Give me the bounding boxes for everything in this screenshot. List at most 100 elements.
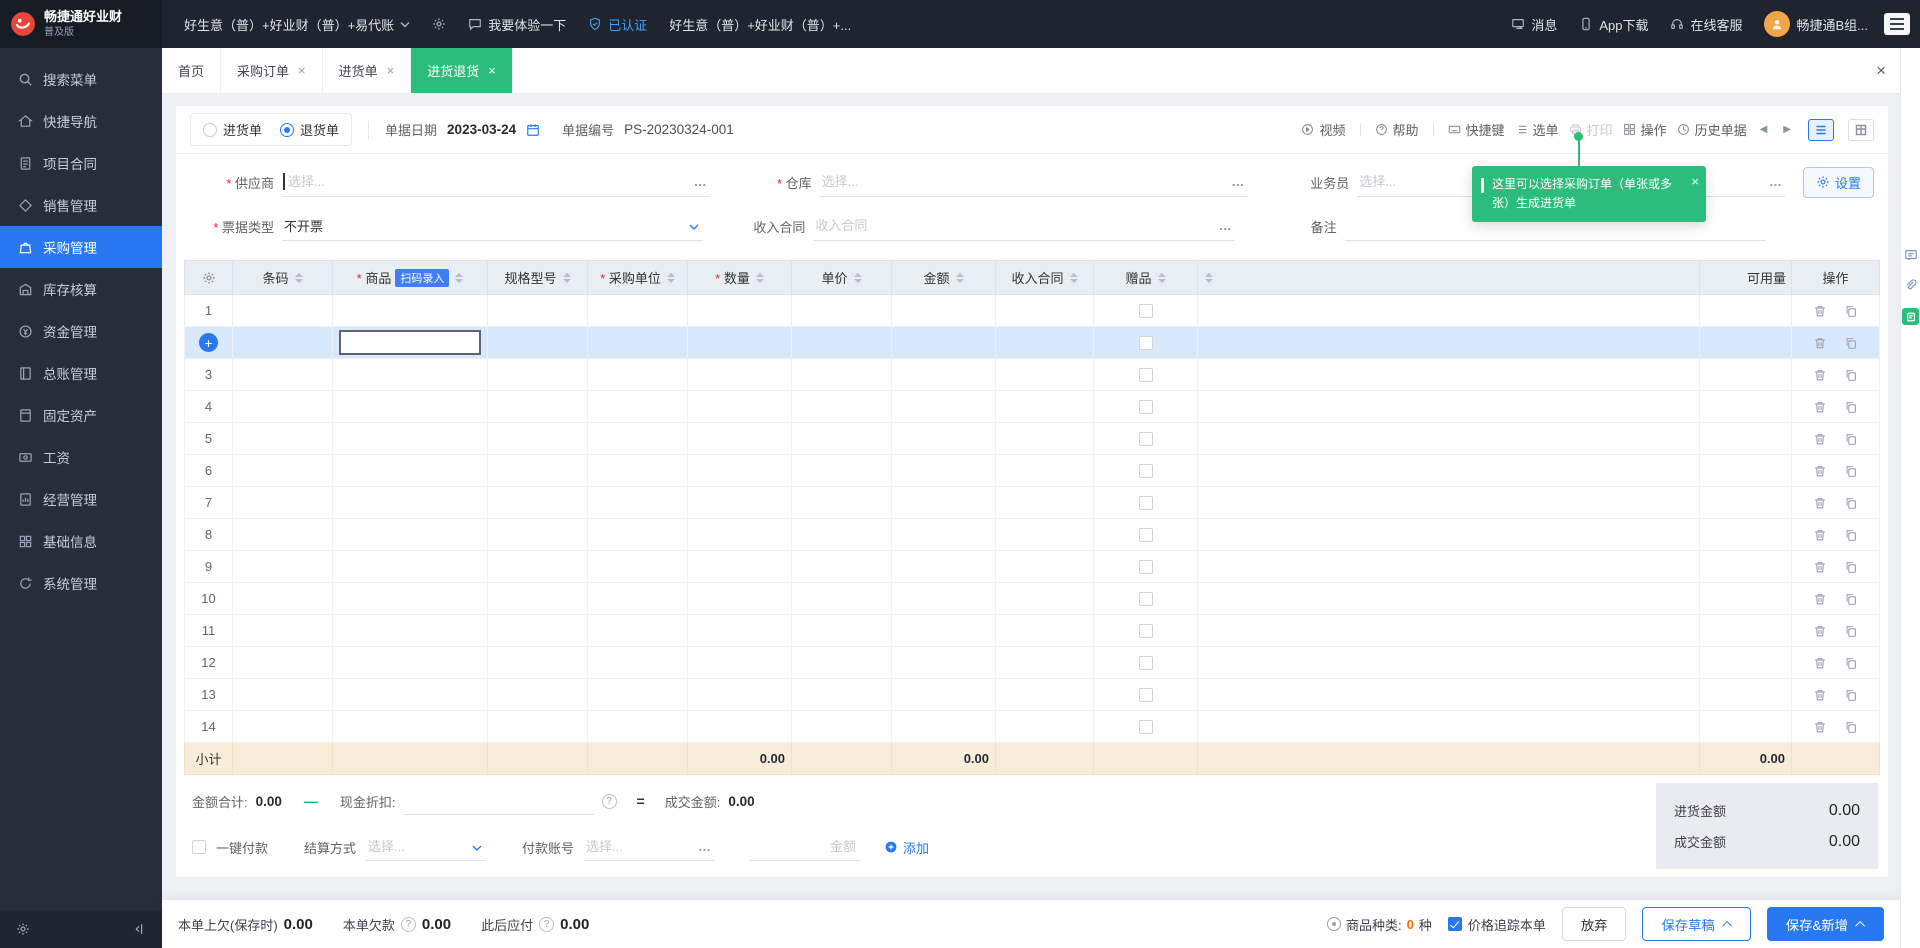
workspace-right-label[interactable]: 好生意（普）+好业财（普）+...	[669, 15, 851, 34]
close-icon[interactable]: ×	[488, 64, 496, 77]
operations-button[interactable]: 操作	[1623, 120, 1667, 139]
gift-checkbox[interactable]	[1139, 464, 1153, 478]
cell-unit[interactable]	[588, 519, 688, 551]
cell-income-contract[interactable]	[996, 455, 1094, 487]
gift-checkbox[interactable]	[1139, 432, 1153, 446]
cell-unit[interactable]	[588, 423, 688, 455]
table-row[interactable]: 9	[185, 551, 1880, 583]
feedback-chat-icon[interactable]	[1904, 248, 1918, 262]
copy-row-icon[interactable]	[1841, 461, 1861, 481]
radio-return-note[interactable]: 退货单	[280, 120, 339, 139]
cell-price[interactable]	[792, 583, 892, 615]
delete-row-icon[interactable]	[1810, 653, 1830, 673]
tooltip-close-icon[interactable]: ×	[1691, 172, 1699, 191]
delete-row-icon[interactable]	[1810, 717, 1830, 737]
cell-product[interactable]	[333, 391, 488, 423]
table-row[interactable]: 4	[185, 391, 1880, 423]
delete-row-icon[interactable]	[1810, 333, 1830, 353]
chevron-down-icon[interactable]	[472, 839, 482, 854]
copy-row-icon[interactable]	[1841, 429, 1861, 449]
income-contract-input[interactable]	[813, 218, 1234, 233]
col-income-contract[interactable]: 收入合同	[996, 261, 1094, 295]
messages-link[interactable]: 消息	[1511, 15, 1557, 34]
cell-price[interactable]	[792, 615, 892, 647]
cell-qty[interactable]	[688, 711, 792, 743]
sidebar-item-operation[interactable]: 经营管理	[0, 478, 162, 520]
supplier-input[interactable]	[282, 174, 710, 189]
cell-product[interactable]	[333, 583, 488, 615]
cell-product[interactable]	[333, 615, 488, 647]
calendar-icon[interactable]	[526, 123, 540, 137]
cell-income-contract[interactable]	[996, 327, 1094, 359]
workspace-switcher[interactable]: 好生意（普）+好业财（普）+易代账	[184, 15, 410, 34]
cell-income-contract[interactable]	[996, 487, 1094, 519]
pick-order-button[interactable]: 选单	[1515, 120, 1559, 139]
gift-checkbox[interactable]	[1139, 688, 1153, 702]
tab-purchase-in[interactable]: 进货单×	[323, 48, 412, 93]
cell-unit[interactable]	[588, 551, 688, 583]
sort-icon[interactable]	[563, 273, 571, 283]
cell-amount[interactable]	[892, 711, 996, 743]
cell-price[interactable]	[792, 391, 892, 423]
cell-qty[interactable]	[688, 391, 792, 423]
cell-barcode[interactable]	[233, 359, 333, 391]
table-row[interactable]: 14	[185, 711, 1880, 743]
cell-barcode[interactable]	[233, 647, 333, 679]
cell-barcode[interactable]	[233, 455, 333, 487]
cell-blank[interactable]	[1198, 295, 1700, 327]
copy-row-icon[interactable]	[1841, 525, 1861, 545]
copy-row-icon[interactable]	[1841, 717, 1861, 737]
sidebar-item-inventory[interactable]: 库存核算	[0, 268, 162, 310]
save-draft-button[interactable]: 保存草稿	[1642, 907, 1750, 941]
assistant-icon[interactable]	[1902, 308, 1919, 325]
copy-row-icon[interactable]	[1841, 365, 1861, 385]
cell-product[interactable]	[333, 679, 488, 711]
cell-barcode[interactable]	[233, 391, 333, 423]
cell-product[interactable]	[333, 455, 488, 487]
table-row[interactable]: 8	[185, 519, 1880, 551]
cell-price[interactable]	[792, 711, 892, 743]
cell-unit[interactable]	[588, 487, 688, 519]
col-spec[interactable]: 规格型号	[488, 261, 588, 295]
cell-spec[interactable]	[488, 583, 588, 615]
next-arrow-icon[interactable]: ▶	[1780, 124, 1794, 135]
gift-checkbox[interactable]	[1139, 304, 1153, 318]
cell-income-contract[interactable]	[996, 679, 1094, 711]
close-icon[interactable]: ×	[298, 64, 306, 77]
topbar-settings-button[interactable]	[432, 17, 446, 31]
invoice-type-select[interactable]	[282, 218, 703, 233]
gear-icon[interactable]	[16, 922, 30, 936]
cell-unit[interactable]	[588, 295, 688, 327]
cell-barcode[interactable]	[233, 519, 333, 551]
sort-icon[interactable]	[667, 273, 675, 283]
cell-unit[interactable]	[588, 615, 688, 647]
copy-row-icon[interactable]	[1841, 493, 1861, 513]
cell-spec[interactable]	[488, 711, 588, 743]
cell-price[interactable]	[792, 519, 892, 551]
cell-barcode[interactable]	[233, 551, 333, 583]
table-row[interactable]: 10	[185, 583, 1880, 615]
gift-checkbox[interactable]	[1139, 592, 1153, 606]
price-track-checkbox[interactable]	[1448, 917, 1462, 931]
col-gift[interactable]: 赠品	[1094, 261, 1198, 295]
cell-amount[interactable]	[892, 615, 996, 647]
cell-spec[interactable]	[488, 295, 588, 327]
cell-unit[interactable]	[588, 359, 688, 391]
cell-product[interactable]	[333, 327, 488, 359]
user-account[interactable]: 畅捷通B组...	[1764, 11, 1868, 37]
gift-checkbox[interactable]	[1139, 400, 1153, 414]
cell-income-contract[interactable]	[996, 295, 1094, 327]
cell-qty[interactable]	[688, 679, 792, 711]
col-purchase-unit[interactable]: 采购单位	[588, 261, 688, 295]
doc-date-value[interactable]: 2023-03-24	[447, 122, 516, 137]
gift-checkbox[interactable]	[1139, 656, 1153, 670]
cell-barcode[interactable]	[233, 295, 333, 327]
cell-product[interactable]	[333, 647, 488, 679]
delete-row-icon[interactable]	[1810, 621, 1830, 641]
cell-blank[interactable]	[1198, 327, 1700, 359]
sort-icon[interactable]	[295, 273, 303, 283]
table-row[interactable]: 13	[185, 679, 1880, 711]
tab-purchase-return[interactable]: 进货退货×	[411, 48, 513, 93]
gift-checkbox[interactable]	[1139, 496, 1153, 510]
delete-row-icon[interactable]	[1810, 589, 1830, 609]
